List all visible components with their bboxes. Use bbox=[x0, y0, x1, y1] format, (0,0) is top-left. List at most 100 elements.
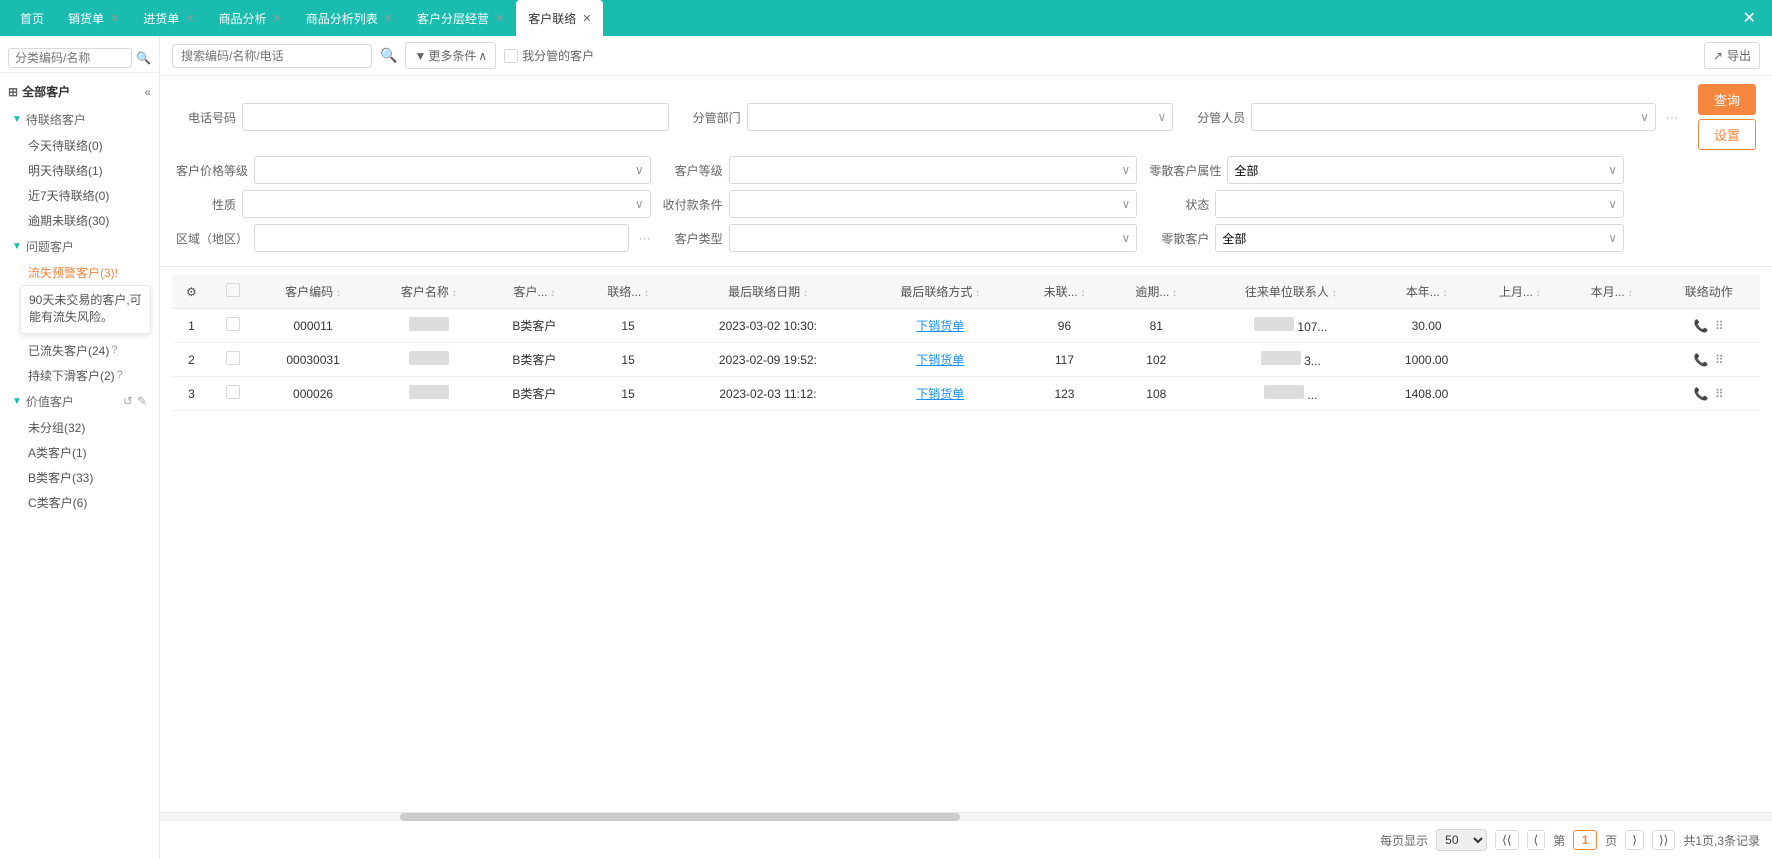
row-last-contact-method-1[interactable]: 下销货单 bbox=[862, 343, 1019, 377]
export-button[interactable]: ↗ 导出 bbox=[1704, 42, 1760, 69]
sidebar-item-lost[interactable]: 已流失客户(24) ? bbox=[0, 338, 159, 363]
action-more-icon[interactable]: ⠿ bbox=[1715, 319, 1724, 333]
dept-select[interactable]: ∨ bbox=[747, 103, 1174, 131]
filter-field-customer-type: 客户类型 ∨ bbox=[663, 224, 1138, 252]
th-unit-contact[interactable]: 往来单位联系人 bbox=[1202, 275, 1379, 309]
th-code[interactable]: 客户编码 bbox=[255, 275, 371, 309]
customer-type-select[interactable]: ∨ bbox=[729, 224, 1138, 252]
region-select[interactable] bbox=[254, 224, 629, 252]
tab-customer-tier[interactable]: 客户分层经营 ✕ bbox=[405, 0, 516, 36]
action-more-icon[interactable]: ⠿ bbox=[1715, 353, 1724, 367]
th-checkbox[interactable] bbox=[211, 275, 255, 309]
sidebar-item-week[interactable]: 近7天待联络(0) bbox=[0, 183, 159, 208]
tab-customer-contact-close[interactable]: ✕ bbox=[582, 12, 591, 25]
row-checkbox-2[interactable] bbox=[211, 377, 255, 411]
price-tier-select[interactable]: ∨ bbox=[254, 156, 651, 184]
region-more-dots[interactable]: ··· bbox=[639, 231, 651, 245]
table-row: 3 000026 B类客户 15 2023-02-03 11:12: 下销货单 … bbox=[172, 377, 1760, 411]
my-customers-checkbox-icon[interactable] bbox=[504, 49, 518, 63]
tab-purchase-close[interactable]: ✕ bbox=[185, 12, 194, 25]
th-overdue[interactable]: 逾期... bbox=[1110, 275, 1202, 309]
action-contact-icon[interactable]: 📞 bbox=[1694, 319, 1709, 333]
sidebar-item-today[interactable]: 今天待联络(0) bbox=[0, 133, 159, 158]
tab-sales[interactable]: 销货单 ✕ bbox=[56, 0, 131, 36]
sidebar-item-declining[interactable]: 持续下滑客户(2) ? bbox=[0, 363, 159, 388]
nature-chevron-icon: ∨ bbox=[635, 197, 644, 211]
sidebar-item-lost-warning[interactable]: 流失预警客户(3) ! bbox=[0, 260, 159, 285]
th-name[interactable]: 客户名称 bbox=[371, 275, 487, 309]
declining-help-icon[interactable]: ? bbox=[117, 369, 123, 381]
tab-purchase[interactable]: 进货单 ✕ bbox=[131, 0, 206, 36]
filter-more-conditions-button[interactable]: ▼ 更多条件 ∧ bbox=[405, 42, 496, 69]
tab-analysis-list[interactable]: 商品分析列表 ✕ bbox=[294, 0, 405, 36]
th-customer-type[interactable]: 客户... bbox=[487, 275, 583, 309]
person-select[interactable]: ∨ bbox=[1251, 103, 1656, 131]
sidebar-item-b-class[interactable]: B类客户(33) bbox=[0, 465, 159, 490]
sidebar-all-customers[interactable]: ⊞ 全部客户 « bbox=[0, 77, 159, 106]
sidebar-pending-section[interactable]: ▼ 待联络客户 bbox=[0, 106, 159, 133]
sidebar-item-c-class[interactable]: C类客户(6) bbox=[0, 490, 159, 515]
th-last-contact-method[interactable]: 最后联络方式 bbox=[862, 275, 1019, 309]
sidebar-value-section[interactable]: ▼ 价值客户 ↺ ✎ bbox=[0, 388, 159, 415]
query-button[interactable]: 查询 bbox=[1698, 84, 1756, 115]
row-action-0[interactable]: 📞 ⠿ bbox=[1657, 309, 1760, 343]
row-overdue-1: 102 bbox=[1110, 343, 1202, 377]
tab-analysis[interactable]: 商品分析 ✕ bbox=[206, 0, 293, 36]
first-page-button[interactable]: ⟨⟨ bbox=[1495, 830, 1518, 850]
value-refresh-icon[interactable]: ↺ bbox=[123, 394, 133, 408]
status-select[interactable]: ∨ bbox=[1215, 190, 1624, 218]
payment-select[interactable]: ∨ bbox=[729, 190, 1138, 218]
zero-attr-select[interactable]: 全部 ∨ bbox=[1227, 156, 1624, 184]
sidebar-search-icon[interactable]: 🔍 bbox=[136, 51, 151, 65]
phone-input[interactable] bbox=[242, 103, 669, 131]
th-this-month[interactable]: 本月... bbox=[1566, 275, 1658, 309]
last-page-button[interactable]: ⟩⟩ bbox=[1652, 830, 1675, 850]
action-more-icon[interactable]: ⠿ bbox=[1715, 387, 1724, 401]
tab-analysis-close[interactable]: ✕ bbox=[273, 12, 282, 25]
tier-select[interactable]: ∨ bbox=[729, 156, 1138, 184]
value-edit-icon[interactable]: ✎ bbox=[137, 394, 147, 408]
th-gear[interactable]: ⚙ bbox=[172, 275, 211, 309]
sidebar-collapse-icon[interactable]: « bbox=[144, 85, 151, 99]
filter-search-button[interactable]: 🔍 bbox=[380, 47, 397, 64]
tab-analysis-list-close[interactable]: ✕ bbox=[384, 12, 393, 25]
tab-sales-close[interactable]: ✕ bbox=[110, 12, 119, 25]
per-page-select[interactable]: 50 100 200 bbox=[1436, 829, 1487, 851]
pending-arrow-icon: ▼ bbox=[12, 114, 22, 125]
filter-search-input[interactable] bbox=[172, 44, 372, 68]
th-uncontacted[interactable]: 未联... bbox=[1019, 275, 1111, 309]
row-action-1[interactable]: 📞 ⠿ bbox=[1657, 343, 1760, 377]
lost-help-icon[interactable]: ? bbox=[111, 344, 117, 356]
th-contact-count[interactable]: 联络... bbox=[582, 275, 674, 309]
sidebar-item-a-class[interactable]: A类客户(1) bbox=[0, 440, 159, 465]
row-action-2[interactable]: 📞 ⠿ bbox=[1657, 377, 1760, 411]
action-contact-icon[interactable]: 📞 bbox=[1694, 387, 1709, 401]
row-checkbox-0[interactable] bbox=[211, 309, 255, 343]
th-annual[interactable]: 本年... bbox=[1379, 275, 1474, 309]
next-page-button[interactable]: ⟩ bbox=[1625, 830, 1644, 850]
tab-customer-tier-close[interactable]: ✕ bbox=[495, 12, 504, 25]
zero-customer-select[interactable]: 全部 ∨ bbox=[1215, 224, 1624, 252]
horizontal-scrollbar[interactable] bbox=[160, 812, 1772, 820]
select-all-checkbox[interactable] bbox=[226, 283, 240, 297]
window-close-button[interactable]: ✕ bbox=[1735, 4, 1764, 32]
th-last-month[interactable]: 上月... bbox=[1474, 275, 1566, 309]
filter-my-customers-checkbox[interactable]: 我分管的客户 bbox=[504, 47, 594, 64]
sidebar-search-input[interactable] bbox=[8, 48, 132, 68]
person-more-dots[interactable]: ··· bbox=[1666, 110, 1678, 124]
action-contact-icon[interactable]: 📞 bbox=[1694, 353, 1709, 367]
sidebar-item-overdue[interactable]: 逾期未联络(30) bbox=[0, 208, 159, 233]
settings-button[interactable]: 设置 bbox=[1698, 119, 1756, 150]
prev-page-button[interactable]: ⟨ bbox=[1527, 830, 1546, 850]
tab-customer-contact[interactable]: 客户联络 ✕ bbox=[516, 0, 603, 36]
tab-home[interactable]: 首页 bbox=[8, 0, 56, 36]
sidebar-item-tomorrow[interactable]: 明天待联络(1) bbox=[0, 158, 159, 183]
sidebar-lost-section[interactable]: ▼ 问题客户 bbox=[0, 233, 159, 260]
nature-select[interactable]: ∨ bbox=[242, 190, 651, 218]
sidebar-item-ungrouped[interactable]: 未分组(32) bbox=[0, 415, 159, 440]
row-last-contact-method-0[interactable]: 下销货单 bbox=[862, 309, 1019, 343]
row-last-contact-method-2[interactable]: 下销货单 bbox=[862, 377, 1019, 411]
h-scroll-thumb[interactable] bbox=[400, 813, 960, 821]
th-last-contact-date[interactable]: 最后联络日期 bbox=[674, 275, 862, 309]
row-checkbox-1[interactable] bbox=[211, 343, 255, 377]
